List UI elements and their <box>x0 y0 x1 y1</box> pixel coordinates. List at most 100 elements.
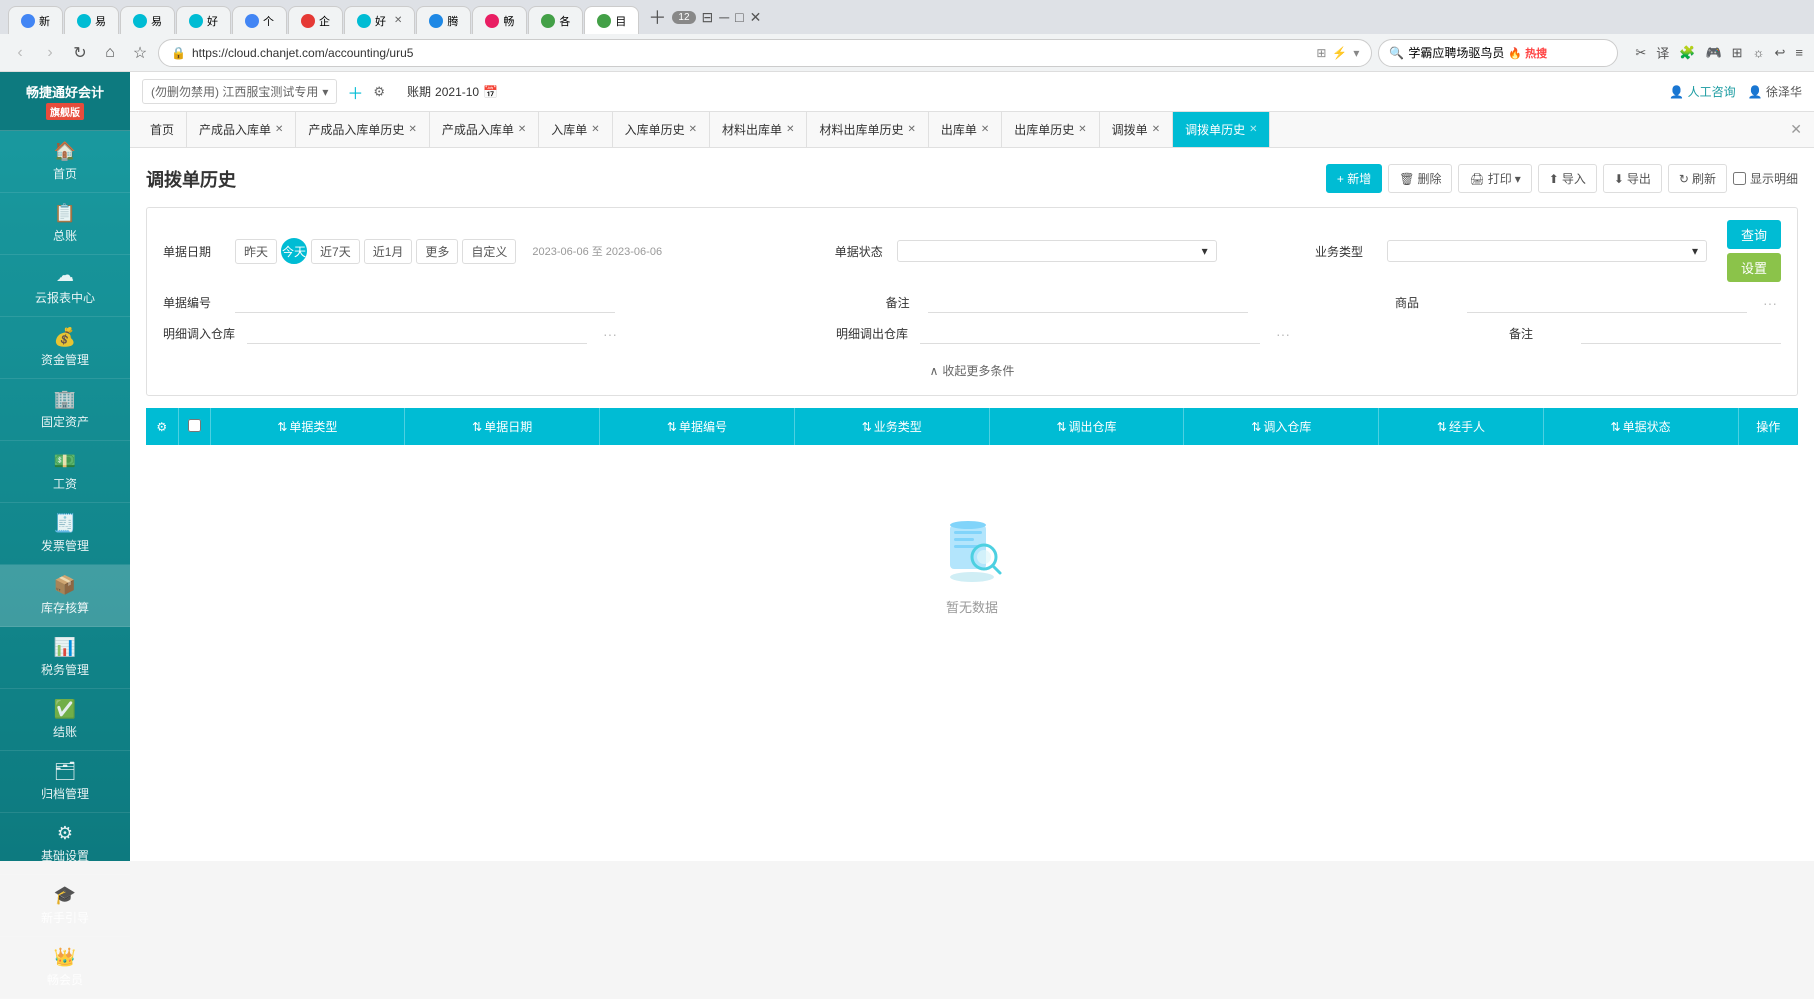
browser-tab-8[interactable]: 腾 <box>416 6 471 34</box>
sidebar-item-closeout[interactable]: ✅ 结账 <box>0 689 130 751</box>
refresh-btn[interactable]: ↻ <box>68 41 92 65</box>
tab-inbound[interactable]: 入库单 ✕ <box>539 112 612 147</box>
display-toggle[interactable]: 显示明细 <box>1733 170 1798 187</box>
tab-material-out[interactable]: 材料出库单 ✕ <box>710 112 807 147</box>
tab-finished-in-hist[interactable]: 产成品入库单历史 ✕ <box>296 112 429 147</box>
browser-tab-3[interactable]: 易 <box>120 6 175 34</box>
brightness-icon[interactable]: ☼ <box>1750 42 1768 63</box>
th-handler[interactable]: ⇅ 经手人 <box>1379 408 1543 445</box>
remark-input[interactable] <box>928 292 1248 313</box>
scissors-icon[interactable]: ✂ <box>1632 42 1649 64</box>
doc-num-input[interactable] <box>235 292 615 313</box>
game-icon[interactable]: 🎮 <box>1702 42 1724 64</box>
tab-outbound-hist[interactable]: 出库单历史 ✕ <box>1002 112 1099 147</box>
tab-home[interactable]: 首页 <box>138 112 187 147</box>
import-btn[interactable]: ⬆ 导入 <box>1538 164 1597 193</box>
display-checkbox[interactable] <box>1733 172 1746 185</box>
window-btn[interactable]: ⊟ <box>702 9 714 26</box>
tab-close-finished-in-hist[interactable]: ✕ <box>408 124 416 135</box>
browser-tab-7[interactable]: 好 ✕ <box>344 6 415 34</box>
tab-finished-in[interactable]: 产成品入库单 ✕ <box>187 112 296 147</box>
settings-filter-btn[interactable]: 设置 <box>1727 253 1781 282</box>
sidebar-item-tax[interactable]: 📊 税务管理 <box>0 627 130 689</box>
tab-close-outbound-hist[interactable]: ✕ <box>1078 124 1086 135</box>
th-checkbox[interactable] <box>178 408 210 445</box>
sidebar-item-invoice[interactable]: 🧾 发票管理 <box>0 503 130 565</box>
tab-close-inbound-hist[interactable]: ✕ <box>689 124 697 135</box>
sidebar-item-guide[interactable]: 🎓 新手引导 <box>0 875 130 937</box>
out-warehouse-input[interactable] <box>920 323 1260 344</box>
th-biz-type[interactable]: ⇅ 业务类型 <box>794 408 989 445</box>
delete-btn[interactable]: 🗑 删除 <box>1388 164 1452 193</box>
sidebar-item-inventory[interactable]: 📦 库存核算 <box>0 565 130 627</box>
th-in-warehouse[interactable]: ⇅ 调入仓库 <box>1184 408 1379 445</box>
browser-tab-11[interactable]: 目 <box>584 6 639 34</box>
sidebar-item-ledger[interactable]: 📋 总账 <box>0 193 130 255</box>
tab-close-inbound[interactable]: ✕ <box>591 124 599 135</box>
print-btn[interactable]: 🖨 打印 ▾ <box>1458 164 1531 193</box>
tab-close-finished-in2[interactable]: ✕ <box>518 124 526 135</box>
grid-icon[interactable]: ⊞ <box>1729 42 1746 64</box>
tab-close-outbound[interactable]: ✕ <box>981 124 989 135</box>
company-selector[interactable]: (勿删勿禁用) 江西服宝测试专用 ▾ <box>142 79 337 104</box>
home-btn[interactable]: ⌂ <box>98 41 122 65</box>
tab-close-material-out-hist[interactable]: ✕ <box>907 124 915 135</box>
browser-tab-6[interactable]: 企 <box>288 6 343 34</box>
business-select[interactable]: ▾ <box>1387 240 1707 262</box>
browser-tab-5[interactable]: 个 <box>232 6 287 34</box>
sidebar-item-payroll[interactable]: 💵 工资 <box>0 441 130 503</box>
browser-tab-1[interactable]: 新 <box>8 6 63 34</box>
calendar-icon[interactable]: 📅 <box>483 85 498 99</box>
tab-close-material-out[interactable]: ✕ <box>786 124 794 135</box>
bookmark-btn[interactable]: ☆ <box>128 41 152 65</box>
new-tab-btn[interactable]: ＋ <box>648 4 666 30</box>
tab-material-out-hist[interactable]: 材料出库单历史 ✕ <box>807 112 928 147</box>
goods-dots[interactable]: ··· <box>1759 295 1781 311</box>
sidebar-item-finance[interactable]: 💰 资金管理 <box>0 317 130 379</box>
tabs-close-all-btn[interactable]: ✕ <box>1786 117 1806 142</box>
tab-transfer[interactable]: 调拨单 ✕ <box>1100 112 1173 147</box>
address-bar[interactable]: 🔒 https://cloud.chanjet.com/accounting/u… <box>158 39 1372 67</box>
sidebar-item-home[interactable]: 🏠 首页 <box>0 131 130 193</box>
search-box[interactable]: 🔍 学霸应聘场驱鸟员 🔥 热搜 <box>1378 39 1618 67</box>
refresh-page-btn[interactable]: ↻ 刷新 <box>1668 164 1727 193</box>
new-btn[interactable]: + 新增 <box>1326 164 1382 193</box>
tab-inbound-hist[interactable]: 入库单历史 ✕ <box>613 112 710 147</box>
search-btn[interactable]: 查询 <box>1727 220 1781 249</box>
tab-close-transfer[interactable]: ✕ <box>1152 124 1160 135</box>
add-company-btn[interactable]: ＋ <box>347 80 363 104</box>
7days-btn[interactable]: 近7天 <box>311 239 360 264</box>
tab-close-finished-in[interactable]: ✕ <box>275 124 283 135</box>
goods-input[interactable] <box>1467 292 1747 313</box>
th-gear[interactable]: ⚙ <box>146 408 178 445</box>
export-btn[interactable]: ⬇ 导出 <box>1603 164 1662 193</box>
note-input[interactable] <box>1581 323 1781 344</box>
tab-close-transfer-hist[interactable]: ✕ <box>1249 124 1257 135</box>
tab-transfer-hist[interactable]: 调拨单历史 ✕ <box>1173 112 1270 147</box>
service-btn[interactable]: 👤 人工咨询 <box>1669 83 1735 100</box>
status-select[interactable]: ▾ <box>897 240 1217 262</box>
undo-icon[interactable]: ↩ <box>1772 42 1789 64</box>
sidebar-item-archive[interactable]: 🗂 归档管理 <box>0 751 130 813</box>
menu-icon[interactable]: ≡ <box>1792 42 1806 63</box>
forward-btn[interactable]: › <box>38 41 62 65</box>
sidebar-item-reports[interactable]: ☁ 云报表中心 <box>0 255 130 317</box>
user-avatar[interactable]: 👤 徐泽华 <box>1748 83 1802 100</box>
sidebar-item-settings[interactable]: ⚙ 基础设置 <box>0 813 130 875</box>
sidebar-item-assets[interactable]: 🏢 固定资产 <box>0 379 130 441</box>
minimize-btn[interactable]: ─ <box>719 9 729 25</box>
tab-outbound[interactable]: 出库单 ✕ <box>929 112 1002 147</box>
sidebar-item-member[interactable]: 👑 畅会员 <box>0 937 130 999</box>
more-btn[interactable]: 更多 <box>416 239 458 264</box>
close-btn[interactable]: ✕ <box>750 9 762 26</box>
extension-icon[interactable]: 🧩 <box>1676 42 1698 64</box>
th-status[interactable]: ⇅ 单据状态 <box>1543 408 1738 445</box>
yesterday-btn[interactable]: 昨天 <box>235 239 277 264</box>
tab-close-7[interactable]: ✕ <box>394 15 402 26</box>
translate-icon[interactable]: 译 <box>1653 40 1672 65</box>
custom-btn[interactable]: 自定义 <box>462 239 516 264</box>
browser-tab-4[interactable]: 好 <box>176 6 231 34</box>
th-doc-type[interactable]: ⇅ 单据类型 <box>210 408 405 445</box>
th-out-warehouse[interactable]: ⇅ 调出仓库 <box>989 408 1184 445</box>
th-doc-no[interactable]: ⇅ 单据编号 <box>600 408 795 445</box>
